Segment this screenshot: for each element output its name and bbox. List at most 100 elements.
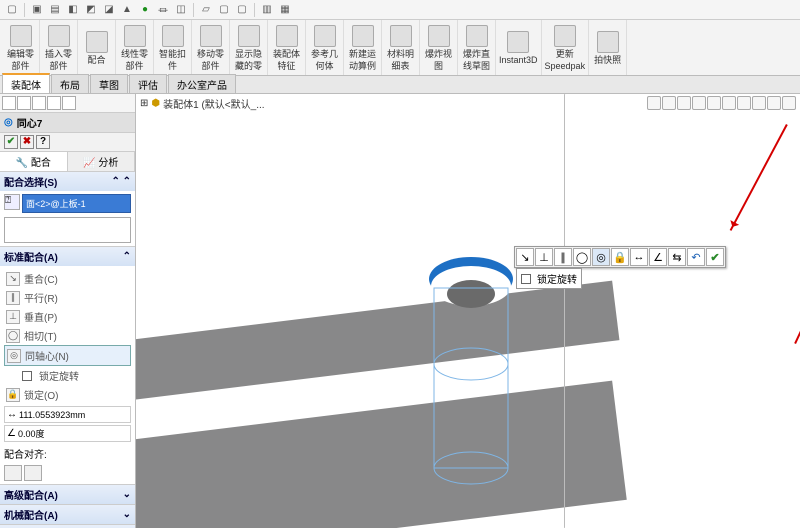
cmd-linear-pattern[interactable]: 线性零部件 (116, 20, 154, 75)
appearance-icon[interactable] (752, 96, 766, 110)
cmd-update-speedpak[interactable]: 更新Speedpak (542, 20, 590, 75)
section-header[interactable]: 标准配合(A) ⌃ (0, 247, 135, 266)
lock-rotation-checkbox[interactable]: 锁定旋转 (4, 366, 131, 385)
mate-perpendicular[interactable]: ⊥垂直(P) (4, 307, 131, 326)
ctx-flip-button[interactable]: ⇆ (668, 248, 686, 266)
view-settings-icon[interactable] (782, 96, 796, 110)
mate-coincident[interactable]: ↘重合(C) (4, 269, 131, 288)
tab-assembly[interactable]: 装配体 (2, 73, 50, 93)
ctx-coincident-button[interactable]: ↘ (516, 248, 534, 266)
bom-icon (390, 25, 412, 47)
distance-input[interactable]: ↔ (4, 406, 131, 423)
qa-icon[interactable]: ▢ (234, 2, 250, 18)
zoom-fit-icon[interactable] (647, 96, 661, 110)
view-orientation-icon[interactable] (707, 96, 721, 110)
qa-icon[interactable]: ▱ (198, 2, 214, 18)
scene-icon[interactable] (767, 96, 781, 110)
flyout-tree[interactable]: ⊞ ⬢ 装配体1 (默认<默认_... (140, 96, 265, 111)
parallel-icon: ∥ (6, 291, 20, 305)
qa-icon[interactable]: ▲ (119, 2, 135, 18)
selected-face[interactable]: 面<2>@上板-1 (22, 194, 131, 213)
qa-icon[interactable]: ▢ (4, 2, 20, 18)
cmd-move-component[interactable]: 移动零部件 (192, 20, 230, 75)
pm-subtab-mate[interactable]: 🔧 配合 (0, 152, 68, 171)
qa-icon[interactable]: ▢ (216, 2, 232, 18)
section-collapse-icon[interactable]: ⌃ (123, 251, 131, 262)
ctx-lock-button[interactable]: 🔒 (611, 248, 629, 266)
cmd-smart-fastener[interactable]: 智能扣件 (154, 20, 192, 75)
cmd-exploded-view[interactable]: 爆炸视图 (420, 20, 458, 75)
tree-expand-icon[interactable]: ⊞ (140, 98, 148, 109)
cmd-mate[interactable]: 配合 (78, 20, 116, 75)
qa-icon[interactable]: ◫ (173, 2, 189, 18)
graphics-area[interactable]: ⊞ ⬢ 装配体1 (默认<默认_... (136, 94, 800, 528)
section-collapse-icon[interactable]: ⌄ (123, 509, 131, 520)
prev-view-icon[interactable] (677, 96, 691, 110)
distance-icon: ↔ (7, 409, 17, 420)
cmd-explode-line-sketch[interactable]: 爆炸直线草图 (458, 20, 496, 75)
ctx-angle-button[interactable]: ∠ (649, 248, 667, 266)
ctx-ok-button[interactable]: ✔ (706, 248, 724, 266)
section-header[interactable]: 配合选择(S) ⌃ ⌃ (0, 172, 135, 191)
section-header[interactable]: 机械配合(A) ⌄ (0, 505, 135, 524)
cmd-show-hidden[interactable]: 显示隐藏的零 (230, 20, 268, 75)
qa-icon[interactable]: ◧ (65, 2, 81, 18)
qa-icon[interactable]: ▤ (47, 2, 63, 18)
mate-concentric[interactable]: ◎同轴心(N) (4, 345, 131, 366)
ctx-lock-rotation-checkbox[interactable]: 锁定旋转 (516, 268, 582, 289)
section-header[interactable]: 高级配合(A) ⌄ (0, 485, 135, 504)
section-collapse-icon[interactable]: ⌄ (123, 489, 131, 500)
selection-list[interactable] (4, 217, 131, 243)
pm-ok-button[interactable]: ✔ (4, 135, 18, 149)
mate-tangent[interactable]: ◯相切(T) (4, 326, 131, 345)
separator (254, 3, 255, 17)
qa-icon[interactable]: ▥ (259, 2, 275, 18)
section-collapse-icon[interactable]: ⌃ ⌃ (111, 176, 131, 187)
fm-tab-icon[interactable] (62, 96, 76, 110)
tab-office-products[interactable]: 办公室产品 (168, 74, 236, 93)
zoom-area-icon[interactable] (662, 96, 676, 110)
ctx-undo-button[interactable]: ↶ (687, 248, 705, 266)
pm-help-button[interactable]: ? (36, 135, 50, 149)
qa-icon[interactable]: ● (137, 2, 153, 18)
fm-tab-icon[interactable] (2, 96, 16, 110)
align-anti-button[interactable] (24, 465, 42, 481)
mate-lock[interactable]: 🔒锁定(O) (4, 385, 131, 404)
distance-field[interactable] (19, 410, 99, 420)
mate-parallel[interactable]: ∥平行(R) (4, 288, 131, 307)
qa-icon[interactable]: ▣ (29, 2, 45, 18)
fm-tab-icon[interactable] (17, 96, 31, 110)
cmd-reference-geometry[interactable]: 参考几何体 (306, 20, 344, 75)
cmd-insert-component[interactable]: 插入零部件 (40, 20, 78, 75)
angle-field[interactable] (18, 429, 98, 439)
cmd-instant3d[interactable]: Instant3D (496, 20, 542, 75)
tab-layout[interactable]: 布局 (51, 74, 89, 93)
ctx-perpendicular-button[interactable]: ⊥ (535, 248, 553, 266)
ctx-concentric-button[interactable]: ◎ (592, 248, 610, 266)
ctx-tangent-button[interactable]: ◯ (573, 248, 591, 266)
qa-icon[interactable]: ▦ (277, 2, 293, 18)
cmd-bom[interactable]: 材料明细表 (382, 20, 420, 75)
cmd-new-motion-study[interactable]: 新建运动算例 (344, 20, 382, 75)
qa-icon[interactable]: ◪ (101, 2, 117, 18)
angle-input[interactable]: ∠ (4, 425, 131, 442)
cmd-edit-component[interactable]: 编辑零部件 (2, 20, 40, 75)
align-same-button[interactable] (4, 465, 22, 481)
qa-icon[interactable]: ⏛ (155, 2, 171, 18)
ctx-distance-button[interactable]: ↔ (630, 248, 648, 266)
ctx-parallel-button[interactable]: ∥ (554, 248, 572, 266)
qa-icon[interactable]: ◩ (83, 2, 99, 18)
display-style-icon[interactable] (722, 96, 736, 110)
hide-show-icon[interactable] (737, 96, 751, 110)
section-view-icon[interactable] (692, 96, 706, 110)
fm-tab-icon[interactable] (47, 96, 61, 110)
pm-cancel-button[interactable]: ✖ (20, 135, 34, 149)
fm-tab-icon[interactable] (32, 96, 46, 110)
selection-filter-icon[interactable]: ⍰ (4, 194, 20, 210)
pm-subtab-analysis[interactable]: 📈 分析 (68, 152, 136, 171)
cmd-snapshot[interactable]: 拍快照 (589, 20, 627, 75)
cmd-assembly-feature[interactable]: 装配体特征 (268, 20, 306, 75)
main-area: ◎ 同心7 ✔ ✖ ? 🔧 配合 📈 分析 配合选择(S) ⌃ ⌃ ⍰ 面<2>… (0, 94, 800, 528)
tab-sketch[interactable]: 草图 (90, 74, 128, 93)
tab-evaluate[interactable]: 评估 (129, 74, 167, 93)
